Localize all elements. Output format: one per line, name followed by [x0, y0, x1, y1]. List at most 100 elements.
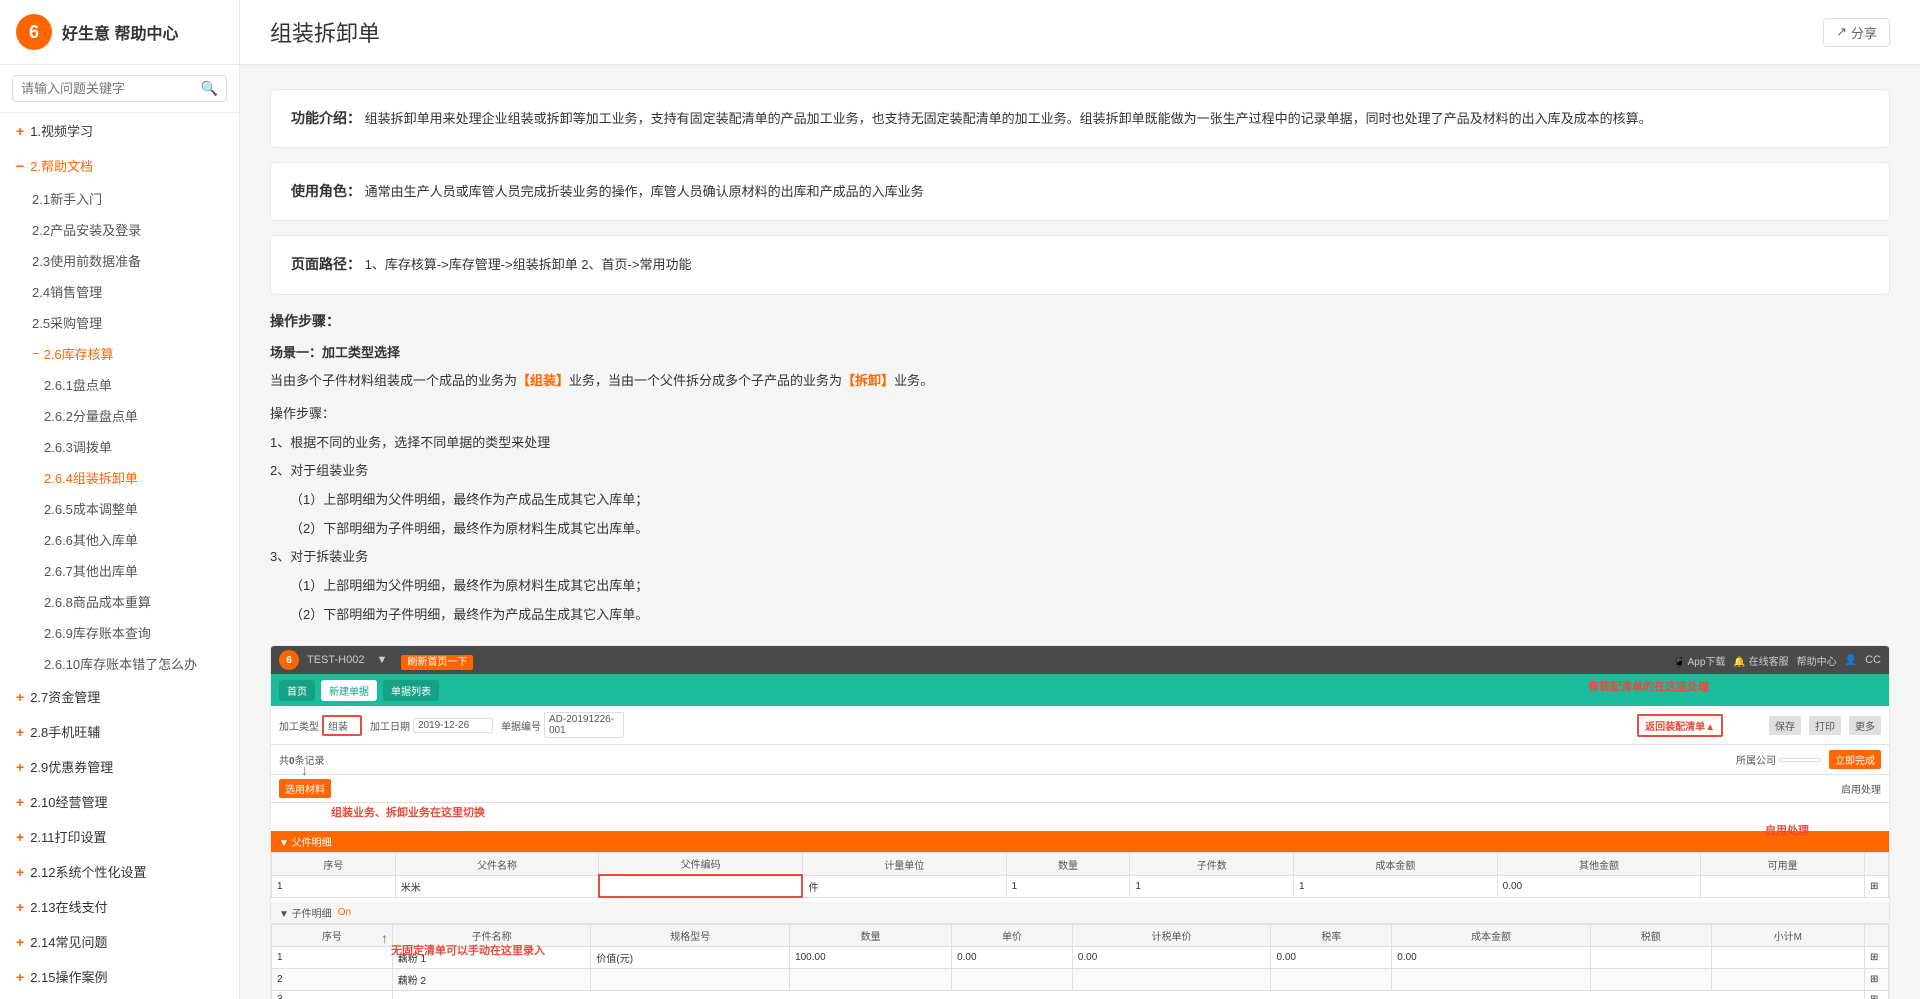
annotation-bom: 有装配清单的在这里处理: [1588, 678, 1709, 694]
sidebar-item-26[interactable]: − 2.6库存核算: [0, 338, 239, 369]
expand-icon: +: [16, 899, 24, 915]
mock-confirm-btn: 立即完成: [1829, 750, 1881, 769]
sidebar-item-213[interactable]: + 2.13在线支付: [0, 889, 239, 924]
sidebar-item-212[interactable]: + 2.12系统个性化设置: [0, 854, 239, 889]
step3-2: （2）下部明细为子件明细，最终作为产成品生成其它入库单。: [270, 603, 1890, 628]
mock-topbar-username: CC: [1865, 654, 1881, 666]
sidebar-item-267[interactable]: 2.6.7其他出库单: [0, 555, 239, 586]
expand-icon: +: [16, 794, 24, 810]
sidebar-item-214[interactable]: + 2.14常见问题: [0, 924, 239, 959]
step3-1: （1）上部明细为父件明细，最终作为原材料生成其它出库单；: [270, 574, 1890, 599]
mock-more-btn: 更多: [1849, 716, 1881, 735]
mock-top-row: 1 米米 件 1 1 1 0.00 ⊞: [272, 875, 1889, 897]
intro-text: 组装拆卸单用来处理企业组装或拆卸等加工业务，支持有固定装配清单的产品加工业务，也…: [365, 111, 1652, 126]
sidebar-item-27[interactable]: + 2.7资金管理: [0, 679, 239, 714]
expand-icon: +: [16, 829, 24, 845]
mock-docno-field: 单据编号 AD-20191226-001: [501, 712, 624, 738]
sidebar-item-24[interactable]: 2.4销售管理: [0, 276, 239, 307]
expand-icon: +: [16, 969, 24, 985]
sidebar-item-210[interactable]: + 2.10经营管理: [0, 784, 239, 819]
mock-date-value: 2019-12-26: [413, 718, 493, 733]
sidebar: 6 好生意 帮助中心 🔍 + 1.视频学习 − 2.帮助文档 2.1新手入门 2…: [0, 0, 240, 999]
annotation-manual: 无固定清单可以手动在这里录入: [391, 942, 545, 958]
path-label: 页面路径：: [291, 256, 361, 272]
mock-tab-new: 新建单据: [321, 680, 377, 701]
article-content: 功能介绍： 组装拆卸单用来处理企业组装或拆卸等加工业务，支持有固定装配清单的产品…: [240, 65, 1920, 999]
mock-org-field: 所属公司: [1736, 752, 1821, 767]
intro-box: 功能介绍： 组装拆卸单用来处理企业组装或拆卸等加工业务，支持有固定装配清单的产品…: [270, 89, 1890, 148]
mock-date-field: 加工日期 2019-12-26: [370, 718, 493, 733]
mock-select-area: 选用材料 启用处理 组装业务、拆卸业务在这里切换 ↓ 启用处理: [271, 775, 1889, 803]
mock-top-table: 序号 父件名称 父件编码 计量单位 数量 子件数 成本金额 其他金额 可用量: [271, 852, 1889, 898]
sidebar-item-264[interactable]: 2.6.4组装拆卸单: [0, 462, 239, 493]
expand-icon: +: [16, 724, 24, 740]
search-input[interactable]: [21, 81, 201, 96]
scene1-title: 场景一：加工类型选择: [270, 341, 1890, 366]
mock-ui: 6 TEST-H002 ▼ 刷新首页一下 📱 App下载 🔔 在线客服 帮助中心…: [271, 646, 1889, 999]
annotation-switch: 组装业务、拆卸业务在这里切换: [331, 804, 485, 820]
sidebar-item-211[interactable]: + 2.11打印设置: [0, 819, 239, 854]
sidebar-item-265[interactable]: 2.6.5成本调整单: [0, 493, 239, 524]
expand-icon: +: [16, 934, 24, 950]
role-text: 通常由生产人员或库管人员完成折装业务的操作，库管人员确认原材料的出库和产成品的入…: [365, 184, 924, 199]
mock-top-section-header: ▼ 父件明细: [271, 831, 1889, 852]
expand-icon: +: [16, 864, 24, 880]
mock-save-btn: 保存: [1769, 716, 1801, 735]
mock-topbar-center: 帮助中心: [1797, 653, 1837, 668]
mock-select-material-btn: 选用材料: [279, 779, 331, 798]
mock-type-input: 组装: [322, 715, 362, 736]
sidebar-item-269[interactable]: 2.6.9库存账本查询: [0, 617, 239, 648]
step1: 1、根据不同的业务，选择不同单据的类型来处理: [270, 431, 1890, 456]
search-icon[interactable]: 🔍: [201, 80, 218, 97]
steps-title2: 操作步骤：: [270, 402, 1890, 427]
role-box: 使用角色： 通常由生产人员或库管人员完成折装业务的操作，库管人员确认原材料的出库…: [270, 162, 1890, 221]
step2-2: （2）下部明细为子件明细，最终作为原材料生成其它出库单。: [270, 517, 1890, 542]
sidebar-item-262[interactable]: 2.6.2分量盘点单: [0, 400, 239, 431]
sidebar-item-29[interactable]: + 2.9优惠券管理: [0, 749, 239, 784]
mock-docno-value: AD-20191226-001: [544, 712, 624, 738]
sidebar-item-2610[interactable]: 2.6.10库存账本错了怎么办: [0, 648, 239, 679]
mock-bottom-row-3: 3 ⊞: [272, 991, 1889, 999]
search-area: 🔍: [0, 65, 239, 113]
mock-bottom-table-area: ▼ 子件明细 On 无固定清单可以手动在这里录入 ↑ 序号 子件名称 规格型号 …: [271, 902, 1889, 999]
logo-icon: 6: [16, 14, 52, 50]
sidebar-item-docs[interactable]: − 2.帮助文档: [0, 148, 239, 183]
annotation-arrow-manual: ↑: [381, 930, 388, 946]
mock-enable-label: 启用处理: [1841, 781, 1881, 796]
mock-bottom-section-header: ▼ 子件明细 On: [271, 902, 1889, 924]
step3: 3、对于拆装业务: [270, 545, 1890, 570]
page-header: 组装拆卸单 ↗ 分享: [240, 0, 1920, 65]
mock-bottom-table: 序号 子件名称 规格型号 数量 单价 计税单价 税率 成本金额 税额 小计M: [271, 924, 1889, 999]
steps-section: 操作步骤： 场景一：加工类型选择 当由多个子件材料组装成一个成品的业务为【组装】…: [270, 311, 1890, 628]
sidebar-item-266[interactable]: 2.6.6其他入库单: [0, 524, 239, 555]
sidebar-item-28[interactable]: + 2.8手机旺辅: [0, 714, 239, 749]
sidebar-item-263[interactable]: 2.6.3调拨单: [0, 431, 239, 462]
mock-toolbar: 加工类型 组装 加工日期 2019-12-26 单据编号 AD-20191226…: [271, 706, 1889, 745]
mock-topbar-apps: 📱 App下载: [1673, 653, 1725, 668]
sidebar-item-23[interactable]: 2.3使用前数据准备: [0, 245, 239, 276]
search-box[interactable]: 🔍: [12, 75, 227, 102]
expand-icon: +: [16, 123, 24, 139]
sidebar-item-21[interactable]: 2.1新手入门: [0, 183, 239, 214]
sidebar-item-video[interactable]: + 1.视频学习: [0, 113, 239, 148]
mock-refresh-btn: 刷新首页一下: [401, 655, 473, 670]
mock-topbar-user: 👤: [1845, 655, 1857, 666]
mock-toolbar2: 共0条记录 所属公司 立即完成: [271, 745, 1889, 775]
share-button[interactable]: ↗ 分享: [1823, 18, 1890, 47]
mock-topbar-right: 📱 App下载 🔔 在线客服 帮助中心 👤 CC: [1673, 653, 1881, 668]
mock-topbar-sep: ▼: [376, 654, 387, 666]
intro-label: 功能介绍：: [291, 110, 361, 126]
page-title: 组装拆卸单: [270, 16, 380, 48]
mock-tab-list: 单据列表: [383, 680, 439, 701]
collapse-sub-icon: −: [32, 346, 40, 361]
mock-type-field: 加工类型 组装: [279, 715, 362, 736]
sidebar-item-25[interactable]: 2.5采购管理: [0, 307, 239, 338]
role-label: 使用角色：: [291, 183, 361, 199]
step2: 2、对于组装业务: [270, 459, 1890, 484]
logo-text: 好生意 帮助中心: [62, 20, 178, 44]
mock-topbar-help: 🔔 在线客服: [1733, 653, 1788, 668]
sidebar-item-261[interactable]: 2.6.1盘点单: [0, 369, 239, 400]
sidebar-item-215[interactable]: + 2.15操作案例: [0, 959, 239, 994]
sidebar-item-22[interactable]: 2.2产品安装及登录: [0, 214, 239, 245]
sidebar-item-268[interactable]: 2.6.8商品成本重算: [0, 586, 239, 617]
